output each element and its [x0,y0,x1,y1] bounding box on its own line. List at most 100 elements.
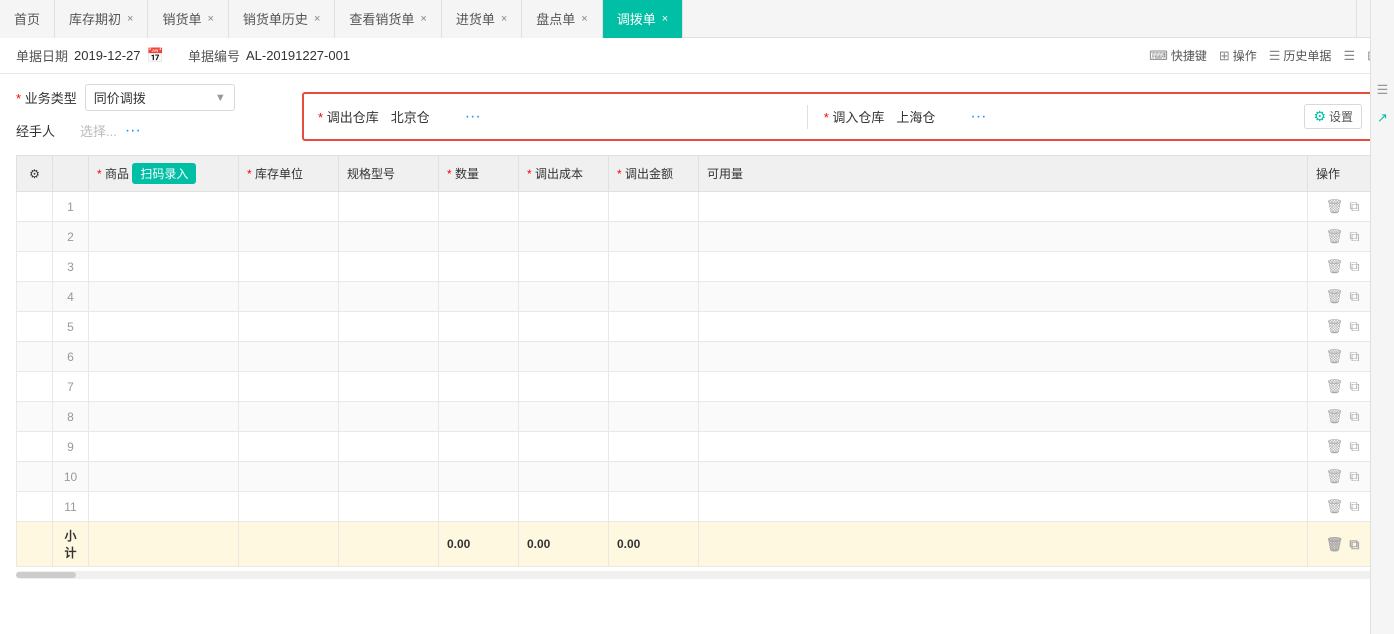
list-view-btn[interactable]: ☰ [1343,48,1355,64]
operations-btn[interactable]: ⊞ 操作 [1219,47,1257,64]
row-unit-cell[interactable] [239,372,339,402]
row-qty-cell[interactable] [439,282,519,312]
tab-home[interactable]: 首页 [0,0,55,38]
delete-row-icon[interactable]: 🗑 [1326,378,1344,395]
row-cost-cell[interactable] [519,252,609,282]
close-tab-purchase-order[interactable]: × [501,13,507,25]
delete-row-icon[interactable]: 🗑 [1326,228,1344,245]
row-amount-cell[interactable] [609,282,699,312]
copy-row-icon[interactable]: ⧉ [1349,378,1359,395]
row-amount-cell[interactable] [609,192,699,222]
row-product-cell[interactable] [89,282,239,312]
row-amount-cell[interactable] [609,462,699,492]
copy-row-icon[interactable]: ⧉ [1349,498,1359,515]
delete-row-icon[interactable]: 🗑 [1326,408,1344,425]
row-qty-cell[interactable] [439,252,519,282]
row-product-cell[interactable] [89,192,239,222]
transfer-out-more-icon[interactable]: ··· [457,108,489,126]
tab-sales-history[interactable]: 销货单历史 × [229,0,335,38]
handler-placeholder[interactable]: 选择... [80,121,117,140]
copy-row-icon[interactable]: ⧉ [1349,438,1359,455]
delete-row-icon[interactable]: 🗑 [1326,348,1344,365]
row-qty-cell[interactable] [439,402,519,432]
copy-row-icon[interactable]: ⧉ [1349,318,1359,335]
row-product-cell[interactable] [89,432,239,462]
row-unit-cell[interactable] [239,282,339,312]
row-unit-cell[interactable] [239,492,339,522]
row-amount-cell[interactable] [609,342,699,372]
transfer-in-more-icon[interactable]: ··· [962,108,994,126]
row-qty-cell[interactable] [439,372,519,402]
close-tab-sales-history[interactable]: × [314,13,320,25]
row-spec-cell[interactable] [339,192,439,222]
copy-row-icon[interactable]: ⧉ [1349,468,1359,485]
row-product-cell[interactable] [89,462,239,492]
row-product-cell[interactable] [89,312,239,342]
row-cost-cell[interactable] [519,222,609,252]
row-unit-cell[interactable] [239,342,339,372]
row-cost-cell[interactable] [519,402,609,432]
row-unit-cell[interactable] [239,462,339,492]
row-unit-cell[interactable] [239,252,339,282]
close-tab-view-sales[interactable]: × [420,13,426,25]
row-qty-cell[interactable] [439,222,519,252]
tab-transfer-order[interactable]: 调拨单 × [603,0,683,38]
horizontal-scrollbar[interactable] [16,571,1378,579]
row-cost-cell[interactable] [519,372,609,402]
row-spec-cell[interactable] [339,372,439,402]
transfer-in-value[interactable]: 上海仓 [896,107,956,126]
scan-button[interactable]: 扫码录入 [132,163,196,184]
delete-row-icon[interactable]: 🗑 [1326,318,1344,335]
row-product-cell[interactable] [89,402,239,432]
row-product-cell[interactable] [89,372,239,402]
row-qty-cell[interactable] [439,492,519,522]
copy-row-icon[interactable]: ⧉ [1349,408,1359,425]
settings-button[interactable]: ⚙ 设置 [1304,104,1362,129]
row-unit-cell[interactable] [239,192,339,222]
row-amount-cell[interactable] [609,222,699,252]
row-spec-cell[interactable] [339,282,439,312]
delete-row-icon[interactable]: 🗑 [1326,198,1344,215]
sidebar-list-icon[interactable]: ☰ [1373,80,1393,100]
copy-row-icon[interactable]: ⧉ [1349,288,1359,305]
biz-type-select[interactable]: 同价调拨 ▼ [85,84,235,111]
tab-inventory-check[interactable]: 盘点单 × [522,0,602,38]
copy-row-icon[interactable]: ⧉ [1349,258,1359,275]
th-gear[interactable]: ⚙ [17,156,53,192]
row-cost-cell[interactable] [519,342,609,372]
row-qty-cell[interactable] [439,432,519,462]
row-product-cell[interactable] [89,342,239,372]
row-cost-cell[interactable] [519,312,609,342]
row-amount-cell[interactable] [609,372,699,402]
row-product-cell[interactable] [89,222,239,252]
row-spec-cell[interactable] [339,402,439,432]
copy-row-icon[interactable]: ⧉ [1349,198,1359,215]
row-qty-cell[interactable] [439,312,519,342]
row-unit-cell[interactable] [239,402,339,432]
tab-inventory-init[interactable]: 库存期初 × [55,0,148,38]
row-amount-cell[interactable] [609,312,699,342]
row-spec-cell[interactable] [339,342,439,372]
calendar-icon[interactable]: 📅 [147,47,164,64]
gear-icon[interactable]: ⚙ [29,167,40,181]
row-amount-cell[interactable] [609,402,699,432]
row-qty-cell[interactable] [439,462,519,492]
row-cost-cell[interactable] [519,432,609,462]
row-amount-cell[interactable] [609,252,699,282]
row-cost-cell[interactable] [519,192,609,222]
tab-purchase-order[interactable]: 进货单 × [442,0,522,38]
doc-date-value[interactable]: 2019-12-27 [74,48,141,63]
row-amount-cell[interactable] [609,492,699,522]
row-unit-cell[interactable] [239,222,339,252]
row-amount-cell[interactable] [609,432,699,462]
delete-row-icon[interactable]: 🗑 [1326,498,1344,515]
row-qty-cell[interactable] [439,342,519,372]
subtotal-delete-icon[interactable]: 🗑 [1326,536,1344,553]
row-product-cell[interactable] [89,252,239,282]
transfer-out-value[interactable]: 北京仓 [391,107,451,126]
row-spec-cell[interactable] [339,252,439,282]
row-cost-cell[interactable] [519,282,609,312]
row-cost-cell[interactable] [519,492,609,522]
shortcuts-btn[interactable]: ⌨ 快捷键 [1149,47,1207,64]
row-unit-cell[interactable] [239,432,339,462]
